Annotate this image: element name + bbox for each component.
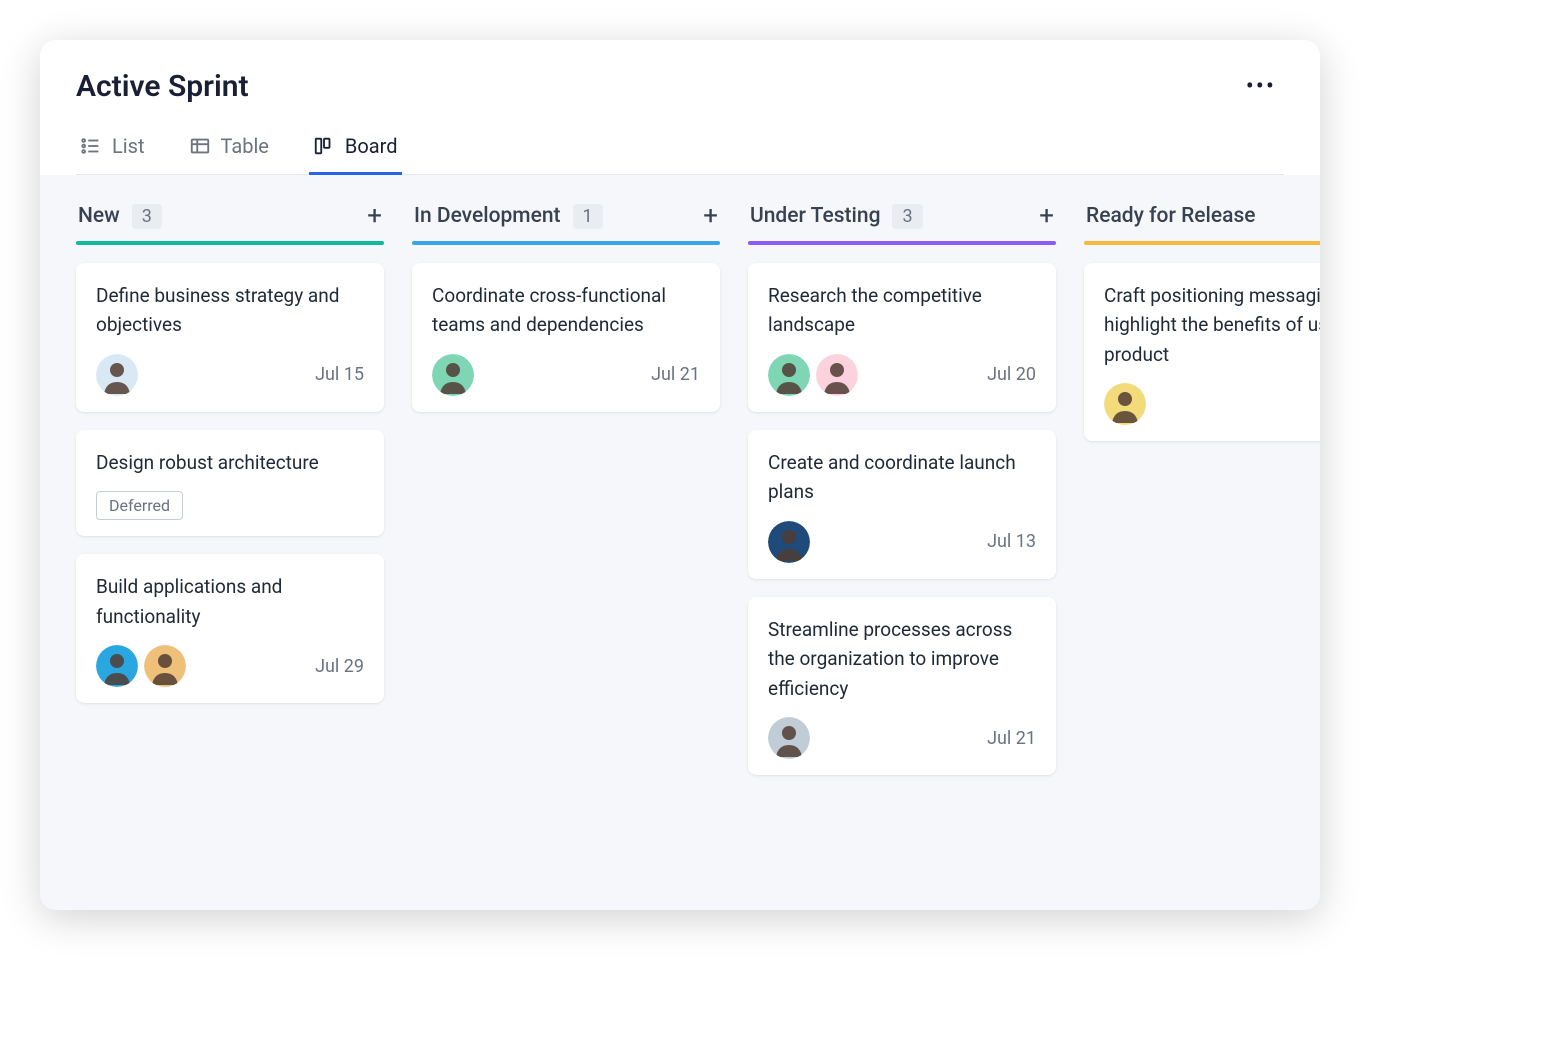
card-title: Research the competitive landscape: [768, 281, 1036, 340]
task-card[interactable]: Define business strategy and objectives J…: [76, 263, 384, 412]
task-card[interactable]: Build applications and functionality Jul …: [76, 554, 384, 703]
add-card-button[interactable]: +: [1039, 203, 1054, 229]
card-footer: [1104, 383, 1320, 425]
board-column: In Development 1 + Coordinate cross-functio…: [412, 203, 720, 882]
card-date: Jul 29: [315, 656, 364, 677]
card-footer: Jul 13: [768, 521, 1036, 563]
add-card-button[interactable]: +: [703, 203, 718, 229]
assignee-avatars: [768, 717, 810, 759]
column-header: New 3 +: [76, 203, 384, 241]
task-card[interactable]: Design robust architecture Deferred: [76, 430, 384, 536]
assignee-avatars: [1104, 383, 1146, 425]
avatar[interactable]: [768, 354, 810, 396]
kanban-board: New 3 + Define business strategy and object…: [40, 175, 1320, 910]
column-title: Ready for Release: [1086, 204, 1256, 228]
tab-list[interactable]: List: [76, 124, 149, 175]
tab-board[interactable]: Board: [309, 124, 402, 175]
cards-list: Craft positioning messaging to highlight…: [1084, 263, 1320, 441]
header: Active Sprint ••• List Table Board: [40, 40, 1320, 175]
column-accent-bar: [76, 241, 384, 245]
column-accent-bar: [1084, 241, 1320, 245]
tab-label: Table: [221, 134, 269, 158]
tab-label: Board: [345, 134, 398, 158]
card-title: Build applications and functionality: [96, 572, 364, 631]
card-title: Streamline processes across the organiza…: [768, 615, 1036, 703]
column-title: Under Testing: [750, 204, 880, 228]
board-column: Ready for Release+ Craft positioning mess…: [1084, 203, 1320, 882]
card-footer: Jul 21: [432, 354, 700, 396]
cards-list: Define business strategy and objectives J…: [76, 263, 384, 703]
card-footer: Jul 29: [96, 645, 364, 687]
card-footer: Jul 21: [768, 717, 1036, 759]
avatar[interactable]: [768, 521, 810, 563]
table-icon: [189, 135, 211, 157]
card-date: Jul 15: [315, 364, 364, 385]
app-window: Active Sprint ••• List Table Board: [40, 40, 1320, 910]
page-title: Active Sprint: [76, 69, 249, 104]
cards-list: Coordinate cross-functional teams and de…: [412, 263, 720, 412]
column-count: 3: [892, 204, 922, 229]
column-accent-bar: [412, 241, 720, 245]
assignee-avatars: [96, 354, 138, 396]
card-footer: Jul 20: [768, 354, 1036, 396]
avatar[interactable]: [96, 354, 138, 396]
column-header: Under Testing 3 +: [748, 203, 1056, 241]
card-title: Craft positioning messaging to highlight…: [1104, 281, 1320, 369]
task-card[interactable]: Research the competitive landscape Jul 20: [748, 263, 1056, 412]
column-header: In Development 1 +: [412, 203, 720, 241]
column-count: 1: [573, 204, 603, 229]
board-column: Under Testing 3 + Research the competitive …: [748, 203, 1056, 882]
task-card[interactable]: Craft positioning messaging to highlight…: [1084, 263, 1320, 441]
board-icon: [313, 135, 335, 157]
column-title: In Development: [414, 204, 561, 228]
card-title: Create and coordinate launch plans: [768, 448, 1036, 507]
board-column: New 3 + Define business strategy and object…: [76, 203, 384, 882]
view-tabs: List Table Board: [76, 124, 1284, 175]
assignee-avatars: [768, 521, 810, 563]
assignee-avatars: [432, 354, 474, 396]
cards-list: Research the competitive landscape Jul 20…: [748, 263, 1056, 775]
avatar[interactable]: [432, 354, 474, 396]
tab-table[interactable]: Table: [185, 124, 273, 175]
avatar[interactable]: [144, 645, 186, 687]
list-icon: [80, 135, 102, 157]
task-card[interactable]: Create and coordinate launch plans Jul 13: [748, 430, 1056, 579]
task-card[interactable]: Coordinate cross-functional teams and de…: [412, 263, 720, 412]
assignee-avatars: [96, 645, 186, 687]
assignee-avatars: [768, 354, 858, 396]
more-button[interactable]: •••: [1238, 68, 1284, 104]
header-top: Active Sprint •••: [76, 68, 1284, 104]
column-count: 3: [132, 204, 162, 229]
column-title: New: [78, 204, 120, 228]
tab-label: List: [112, 134, 145, 158]
card-title: Coordinate cross-functional teams and de…: [432, 281, 700, 340]
avatar[interactable]: [768, 717, 810, 759]
card-title: Design robust architecture: [96, 448, 364, 477]
card-date: Jul 20: [987, 364, 1036, 385]
card-footer: Jul 15: [96, 354, 364, 396]
card-tag: Deferred: [96, 491, 183, 520]
card-date: Jul 21: [651, 364, 700, 385]
card-date: Jul 13: [987, 531, 1036, 552]
card-title: Define business strategy and objectives: [96, 281, 364, 340]
task-card[interactable]: Streamline processes across the organiza…: [748, 597, 1056, 775]
avatar[interactable]: [96, 645, 138, 687]
column-accent-bar: [748, 241, 1056, 245]
add-card-button[interactable]: +: [367, 203, 382, 229]
avatar[interactable]: [816, 354, 858, 396]
column-header: Ready for Release+: [1084, 203, 1320, 241]
card-date: Jul 21: [987, 728, 1036, 749]
avatar[interactable]: [1104, 383, 1146, 425]
